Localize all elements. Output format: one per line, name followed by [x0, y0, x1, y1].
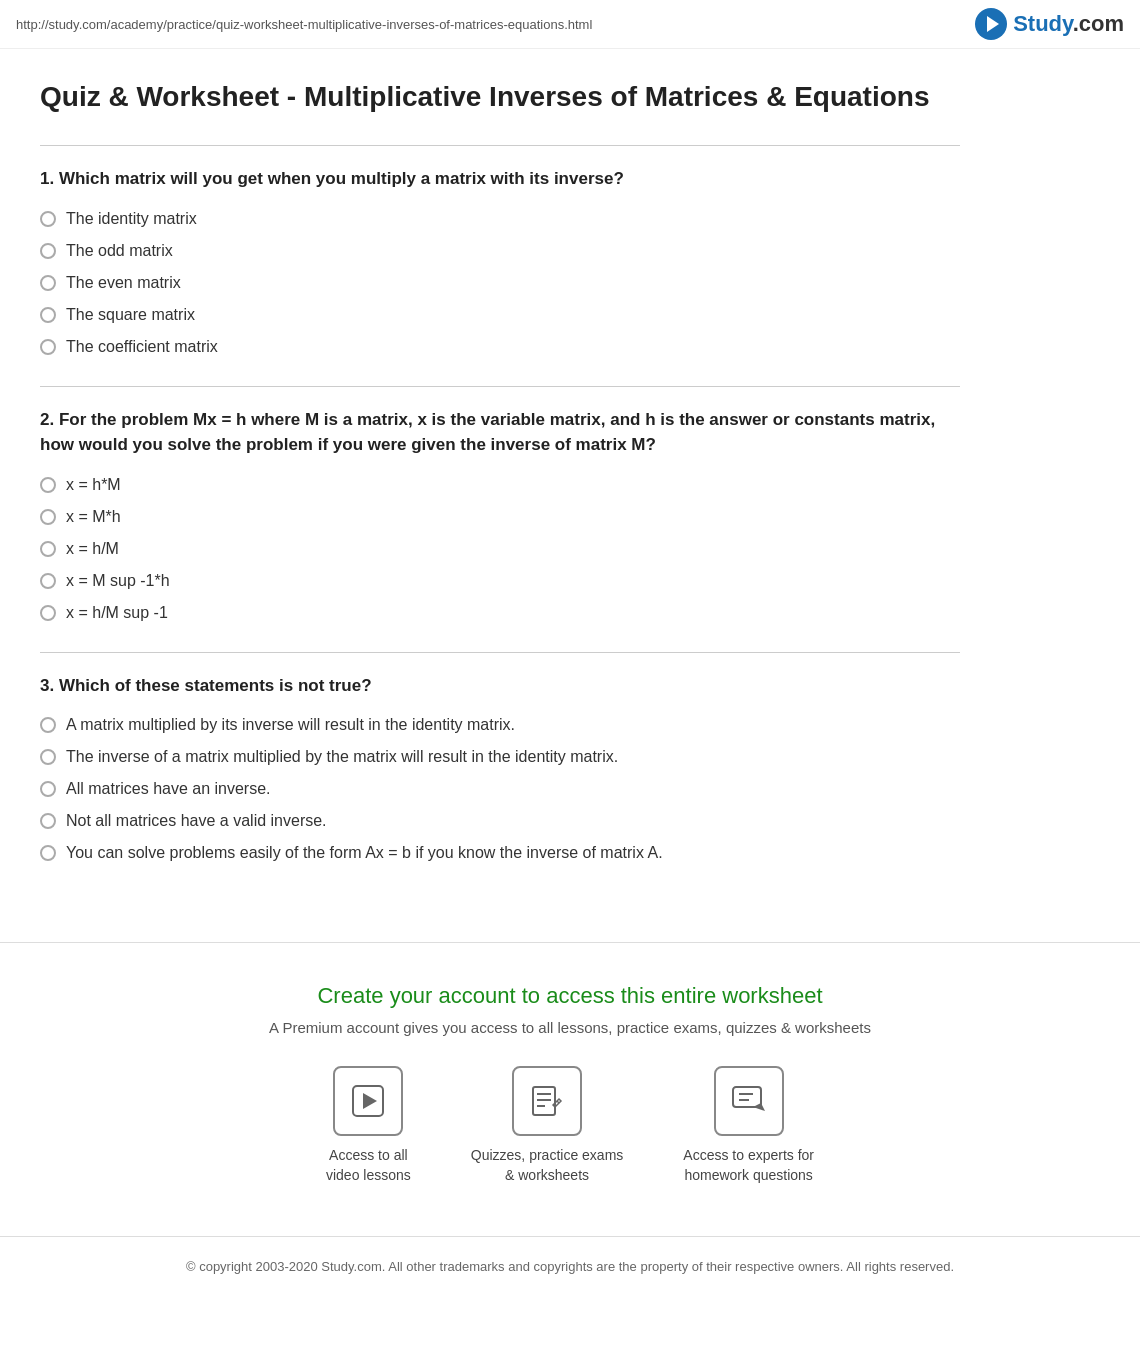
list-item[interactable]: The odd matrix: [40, 242, 960, 260]
logo-dotcom: .com: [1073, 11, 1124, 36]
q2-options: x = h*M x = M*h x = h/M x = M sup -1*h x…: [40, 476, 960, 622]
radio-button[interactable]: [40, 813, 56, 829]
list-item[interactable]: x = M*h: [40, 508, 960, 526]
list-item[interactable]: x = h/M sup -1: [40, 604, 960, 622]
question-block-1: 1. Which matrix will you get when you mu…: [40, 166, 960, 356]
logo-text: Study.com: [1013, 11, 1124, 37]
option-label: x = h/M: [66, 540, 119, 558]
option-label: The even matrix: [66, 274, 181, 292]
radio-button[interactable]: [40, 211, 56, 227]
radio-button[interactable]: [40, 605, 56, 621]
option-label: Not all matrices have a valid inverse.: [66, 812, 327, 830]
radio-button[interactable]: [40, 307, 56, 323]
option-label: The coefficient matrix: [66, 338, 218, 356]
list-item[interactable]: The coefficient matrix: [40, 338, 960, 356]
cta-icons-row: Access to allvideo lessons Quizzes, prac…: [20, 1066, 1120, 1185]
q1-options: The identity matrix The odd matrix The e…: [40, 210, 960, 356]
cta-icon-block-quiz: Quizzes, practice exams& worksheets: [471, 1066, 624, 1185]
q1-number: 1.: [40, 169, 54, 188]
radio-button[interactable]: [40, 509, 56, 525]
cta-title: Create your account to access this entir…: [20, 983, 1120, 1009]
logo: Study.com: [975, 8, 1124, 40]
option-label: You can solve problems easily of the for…: [66, 844, 663, 862]
cta-video-label: Access to allvideo lessons: [326, 1146, 411, 1185]
expert-icon: [714, 1066, 784, 1136]
footer: © copyright 2003-2020 Study.com. All oth…: [0, 1236, 1140, 1297]
divider-top: [40, 145, 960, 146]
divider-q1: [40, 386, 960, 387]
radio-button[interactable]: [40, 477, 56, 493]
divider-q2: [40, 652, 960, 653]
cta-icon-block-video: Access to allvideo lessons: [326, 1066, 411, 1185]
cta-subtitle: A Premium account gives you access to al…: [20, 1019, 1120, 1036]
svg-line-6: [557, 1101, 559, 1103]
question-block-3: 3. Which of these statements is not true…: [40, 673, 960, 863]
list-item[interactable]: The inverse of a matrix multiplied by th…: [40, 748, 960, 766]
list-item[interactable]: x = M sup -1*h: [40, 572, 960, 590]
q3-body: Which of these statements is not true?: [59, 676, 372, 695]
radio-button[interactable]: [40, 243, 56, 259]
radio-button[interactable]: [40, 845, 56, 861]
option-label: The inverse of a matrix multiplied by th…: [66, 748, 618, 766]
q1-body: Which matrix will you get when you multi…: [59, 169, 624, 188]
q3-number: 3.: [40, 676, 54, 695]
svg-marker-1: [363, 1093, 377, 1109]
radio-button[interactable]: [40, 573, 56, 589]
top-bar: http://study.com/academy/practice/quiz-w…: [0, 0, 1140, 49]
list-item[interactable]: A matrix multiplied by its inverse will …: [40, 716, 960, 734]
main-content: Quiz & Worksheet - Multiplicative Invers…: [0, 49, 1000, 922]
quiz-icon: [512, 1066, 582, 1136]
radio-button[interactable]: [40, 781, 56, 797]
question-1-text: 1. Which matrix will you get when you mu…: [40, 166, 960, 192]
radio-button[interactable]: [40, 541, 56, 557]
radio-button[interactable]: [40, 275, 56, 291]
q2-body: For the problem Mx = h where M is a matr…: [40, 410, 935, 455]
list-item[interactable]: You can solve problems easily of the for…: [40, 844, 960, 862]
question-2-text: 2. For the problem Mx = h where M is a m…: [40, 407, 960, 458]
list-item[interactable]: The even matrix: [40, 274, 960, 292]
logo-circle: [975, 8, 1007, 40]
list-item[interactable]: x = h/M: [40, 540, 960, 558]
radio-button[interactable]: [40, 717, 56, 733]
option-label: The square matrix: [66, 306, 195, 324]
cta-icon-block-expert: Access to experts forhomework questions: [683, 1066, 814, 1185]
option-label: The identity matrix: [66, 210, 197, 228]
page-title: Quiz & Worksheet - Multiplicative Invers…: [40, 79, 960, 115]
list-item[interactable]: Not all matrices have a valid inverse.: [40, 812, 960, 830]
option-label: The odd matrix: [66, 242, 173, 260]
q3-options: A matrix multiplied by its inverse will …: [40, 716, 960, 862]
logo-play-icon: [987, 16, 999, 32]
question-3-text: 3. Which of these statements is not true…: [40, 673, 960, 699]
question-block-2: 2. For the problem Mx = h where M is a m…: [40, 407, 960, 622]
option-label: All matrices have an inverse.: [66, 780, 271, 798]
option-label: A matrix multiplied by its inverse will …: [66, 716, 515, 734]
radio-button[interactable]: [40, 339, 56, 355]
q2-number: 2.: [40, 410, 54, 429]
option-label: x = h*M: [66, 476, 121, 494]
list-item[interactable]: The identity matrix: [40, 210, 960, 228]
option-label: x = h/M sup -1: [66, 604, 168, 622]
footer-text: © copyright 2003-2020 Study.com. All oth…: [186, 1259, 954, 1274]
option-label: x = M sup -1*h: [66, 572, 170, 590]
radio-button[interactable]: [40, 749, 56, 765]
option-label: x = M*h: [66, 508, 121, 526]
list-item[interactable]: The square matrix: [40, 306, 960, 324]
cta-section: Create your account to access this entir…: [0, 942, 1140, 1235]
svg-rect-7: [733, 1087, 761, 1107]
list-item[interactable]: x = h*M: [40, 476, 960, 494]
cta-quiz-label: Quizzes, practice exams& worksheets: [471, 1146, 624, 1185]
video-icon: [333, 1066, 403, 1136]
url-text: http://study.com/academy/practice/quiz-w…: [16, 17, 592, 32]
list-item[interactable]: All matrices have an inverse.: [40, 780, 960, 798]
cta-expert-label: Access to experts forhomework questions: [683, 1146, 814, 1185]
